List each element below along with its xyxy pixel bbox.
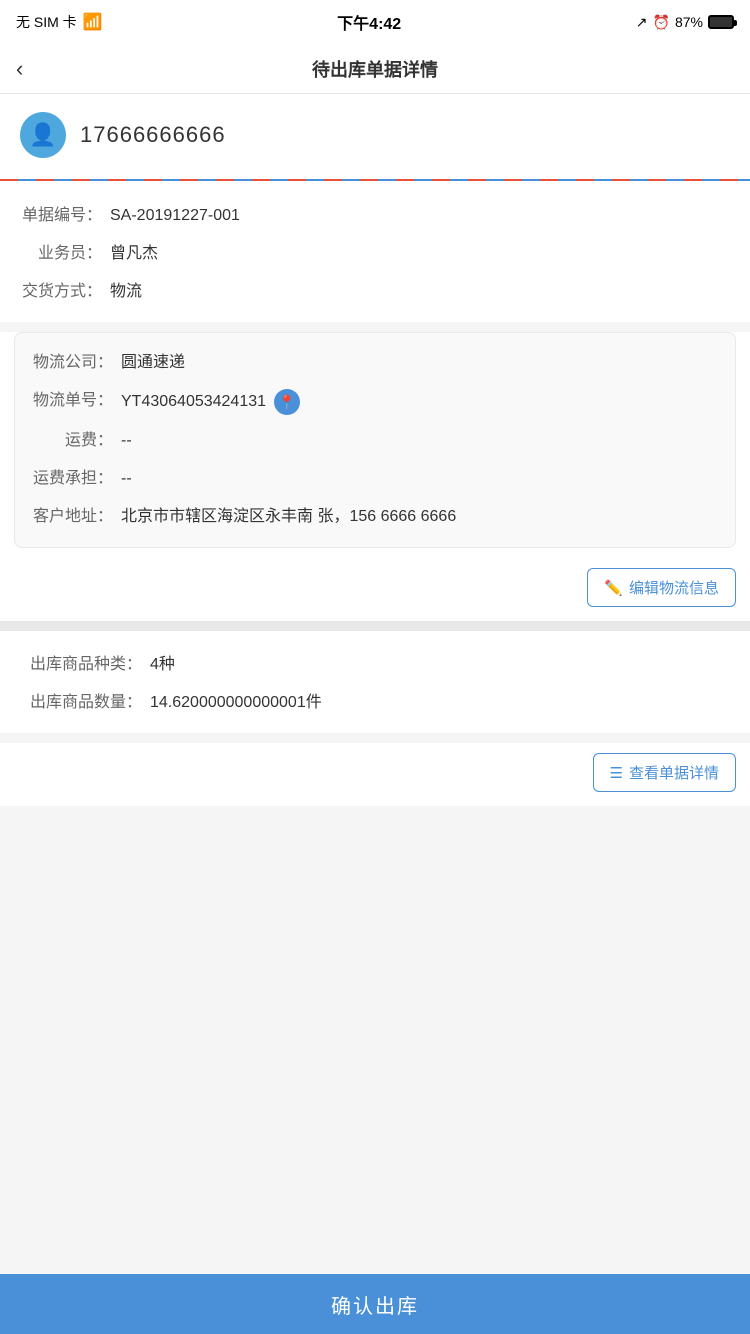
avatar: 👤 [20, 112, 66, 158]
customer-phone: 17666666666 [80, 122, 226, 148]
goods-types-row: 出库商品种类： 4种 [20, 653, 730, 677]
freight-label: 运费： [31, 429, 121, 453]
edit-btn-label: 编辑物流信息 [629, 577, 719, 598]
status-right: ↗ ⏰ 87% [636, 14, 734, 31]
edit-logistics-button[interactable]: ✏️ 编辑物流信息 [587, 568, 736, 607]
delivery-value: 物流 [110, 280, 730, 304]
back-button[interactable]: ‹ [16, 48, 31, 90]
logistics-company-label: 物流公司： [31, 351, 121, 375]
view-details-btn-wrap: ☰ 查看单据详情 [0, 743, 750, 806]
logistics-tracking-value: YT43064053424131 📍 [121, 389, 719, 415]
view-details-button[interactable]: ☰ 查看单据详情 [593, 753, 736, 792]
freight-value: -- [121, 429, 719, 453]
salesman-row: 业务员： 曾凡杰 [20, 242, 730, 266]
status-time: 下午4:42 [337, 10, 401, 34]
salesman-label: 业务员： [20, 242, 110, 266]
status-left: 无 SIM 卡 📶 [16, 12, 103, 32]
edit-icon: ✏️ [604, 579, 623, 597]
freight-bear-row: 运费承担： -- [31, 467, 719, 491]
delivery-label: 交货方式： [20, 280, 110, 304]
goods-quantity-label: 出库商品数量： [20, 691, 150, 715]
salesman-value: 曾凡杰 [110, 242, 730, 266]
view-details-icon: ☰ [610, 764, 623, 782]
goods-types-label: 出库商品种类： [20, 653, 150, 677]
view-details-label: 查看单据详情 [629, 762, 719, 783]
carrier-label: 无 SIM 卡 [16, 12, 77, 32]
goods-quantity-value: 14.620000000000001件 [150, 691, 730, 715]
nav-bar: ‹ 待出库单据详情 [0, 44, 750, 94]
order-number-value: SA-20191227-001 [110, 204, 730, 228]
location-icon: ↗ [636, 14, 648, 31]
wifi-icon: 📶 [83, 12, 103, 32]
delivery-row: 交货方式： 物流 [20, 280, 730, 304]
order-info-section: 单据编号： SA-20191227-001 业务员： 曾凡杰 交货方式： 物流 [0, 182, 750, 322]
battery-icon [708, 15, 734, 29]
goods-types-value: 4种 [150, 653, 730, 677]
order-number-row: 单据编号： SA-20191227-001 [20, 204, 730, 228]
freight-bear-label: 运费承担： [31, 467, 121, 491]
logistics-wrapper: 物流公司： 圆通速递 物流单号： YT43064053424131 📍 运费： … [0, 332, 750, 621]
logistics-company-value: 圆通速递 [121, 351, 719, 375]
logistics-tracking-label: 物流单号： [31, 389, 121, 413]
goods-quantity-row: 出库商品数量： 14.620000000000001件 [20, 691, 730, 715]
logistics-section: 物流公司： 圆通速递 物流单号： YT43064053424131 📍 运费： … [14, 332, 736, 548]
edit-logistics-btn-wrap: ✏️ 编辑物流信息 [0, 558, 750, 621]
battery-label: 87% [675, 14, 703, 30]
spacer [0, 806, 750, 926]
dashed-divider [0, 176, 750, 182]
confirm-btn-wrap: 确认出库 [0, 1274, 750, 1334]
address-label: 客户地址： [31, 505, 121, 529]
page-title: 待出库单据详情 [312, 56, 438, 82]
goods-section: 出库商品种类： 4种 出库商品数量： 14.620000000000001件 [0, 631, 750, 733]
avatar-icon: 👤 [29, 122, 56, 148]
order-number-label: 单据编号： [20, 204, 110, 228]
logistics-company-row: 物流公司： 圆通速递 [31, 351, 719, 375]
section-separator [0, 621, 750, 631]
alarm-icon: ⏰ [653, 14, 670, 31]
address-value: 北京市市辖区海淀区永丰南 张，156 6666 6666 [121, 505, 719, 529]
logistics-tracking-row: 物流单号： YT43064053424131 📍 [31, 389, 719, 415]
content-area: 👤 17666666666 单据编号： SA-20191227-001 业务员：… [0, 94, 750, 926]
confirm-button[interactable]: 确认出库 [0, 1274, 750, 1334]
address-row: 客户地址： 北京市市辖区海淀区永丰南 张，156 6666 6666 [31, 505, 719, 529]
status-bar: 无 SIM 卡 📶 下午4:42 ↗ ⏰ 87% [0, 0, 750, 44]
tracking-location-button[interactable]: 📍 [274, 389, 300, 415]
freight-row: 运费： -- [31, 429, 719, 453]
freight-bear-value: -- [121, 467, 719, 491]
customer-header: 👤 17666666666 [0, 94, 750, 176]
